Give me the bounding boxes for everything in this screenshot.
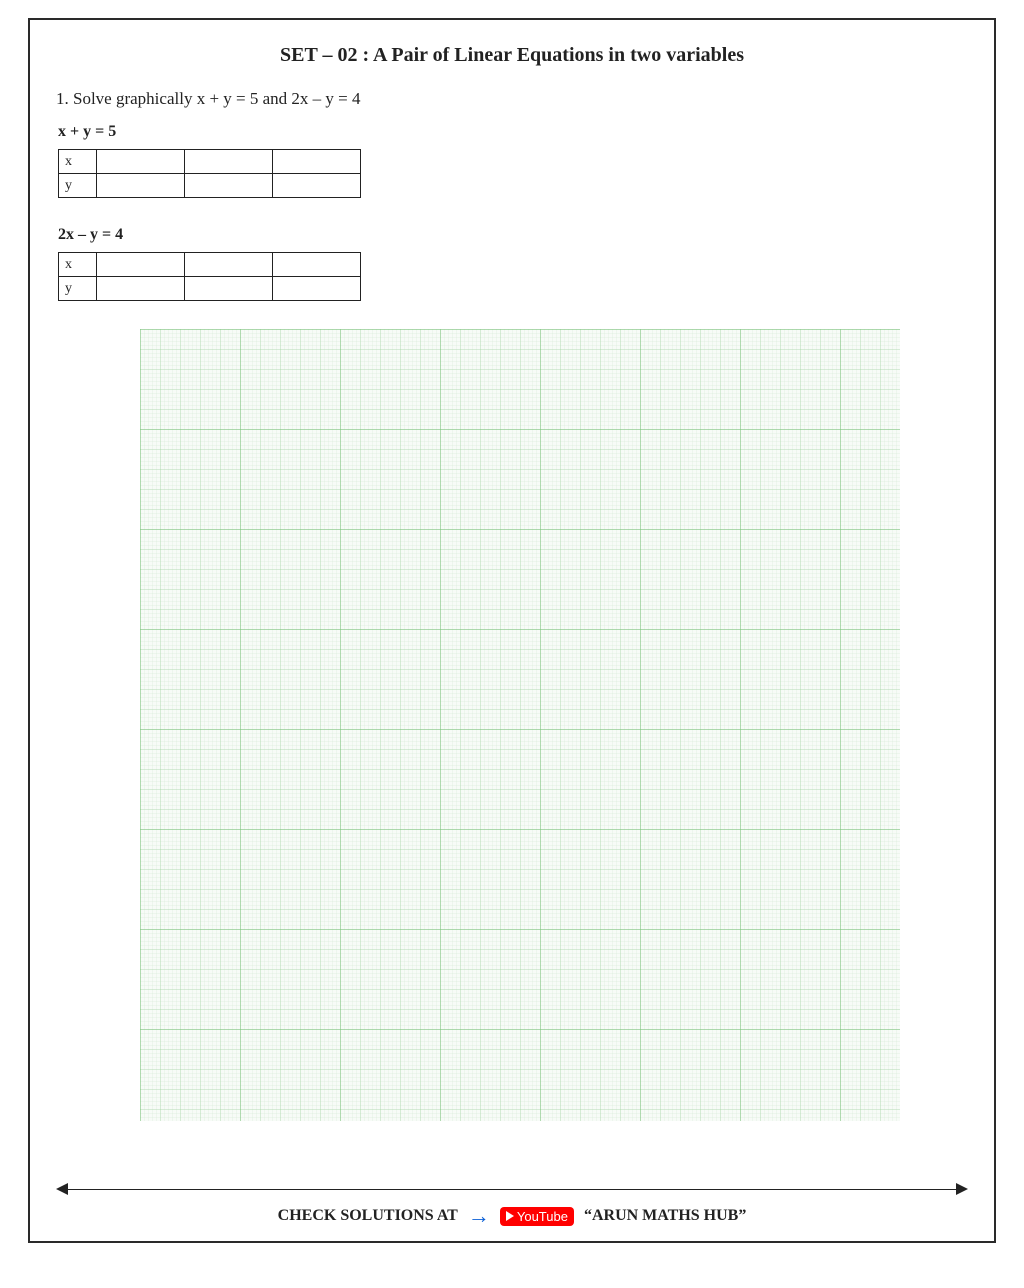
play-icon — [506, 1211, 514, 1221]
eq2-y-cell-1[interactable] — [97, 277, 185, 301]
question-text: 1. Solve graphically x + y = 5 and 2x – … — [56, 89, 968, 109]
graph-grid-svg — [140, 329, 900, 1121]
eq2-y-cell-3[interactable] — [273, 277, 361, 301]
divider-line — [66, 1189, 958, 1190]
eq2-row-x-label: x — [59, 253, 97, 277]
equation-2-label: 2x – y = 4 — [58, 226, 968, 244]
equation-2-table: x y — [58, 252, 361, 301]
eq1-row-y-label: y — [59, 174, 97, 198]
eq1-y-cell-2[interactable] — [185, 174, 273, 198]
arrow-right-icon — [956, 1183, 968, 1195]
eq1-y-cell-1[interactable] — [97, 174, 185, 198]
divider-arrow — [56, 1183, 968, 1197]
eq1-x-cell-1[interactable] — [97, 150, 185, 174]
equation-1-table: x y — [58, 149, 361, 198]
check-solutions-label: CHECK SOLUTIONS AT — [278, 1207, 458, 1225]
footer-row: CHECK SOLUTIONS AT → YouTube “ARUN MATHS… — [56, 1205, 968, 1227]
eq2-x-cell-2[interactable] — [185, 253, 273, 277]
footer: CHECK SOLUTIONS AT → YouTube “ARUN MATHS… — [56, 1183, 968, 1227]
eq1-row-x-label: x — [59, 150, 97, 174]
youtube-badge[interactable]: YouTube — [500, 1207, 574, 1226]
worksheet-page: SET – 02 : A Pair of Linear Equations in… — [28, 18, 996, 1243]
eq2-x-cell-3[interactable] — [273, 253, 361, 277]
eq2-y-cell-2[interactable] — [185, 277, 273, 301]
eq2-x-cell-1[interactable] — [97, 253, 185, 277]
page-title: SET – 02 : A Pair of Linear Equations in… — [56, 44, 968, 67]
blue-arrow-icon: → — [468, 1205, 490, 1227]
graph-paper[interactable] — [140, 329, 900, 1121]
eq2-row-y-label: y — [59, 277, 97, 301]
equation-1-label: x + y = 5 — [58, 123, 968, 141]
eq1-x-cell-2[interactable] — [185, 150, 273, 174]
eq1-x-cell-3[interactable] — [273, 150, 361, 174]
youtube-label: YouTube — [517, 1209, 568, 1224]
eq1-y-cell-3[interactable] — [273, 174, 361, 198]
channel-name: “ARUN MATHS HUB” — [584, 1207, 746, 1225]
